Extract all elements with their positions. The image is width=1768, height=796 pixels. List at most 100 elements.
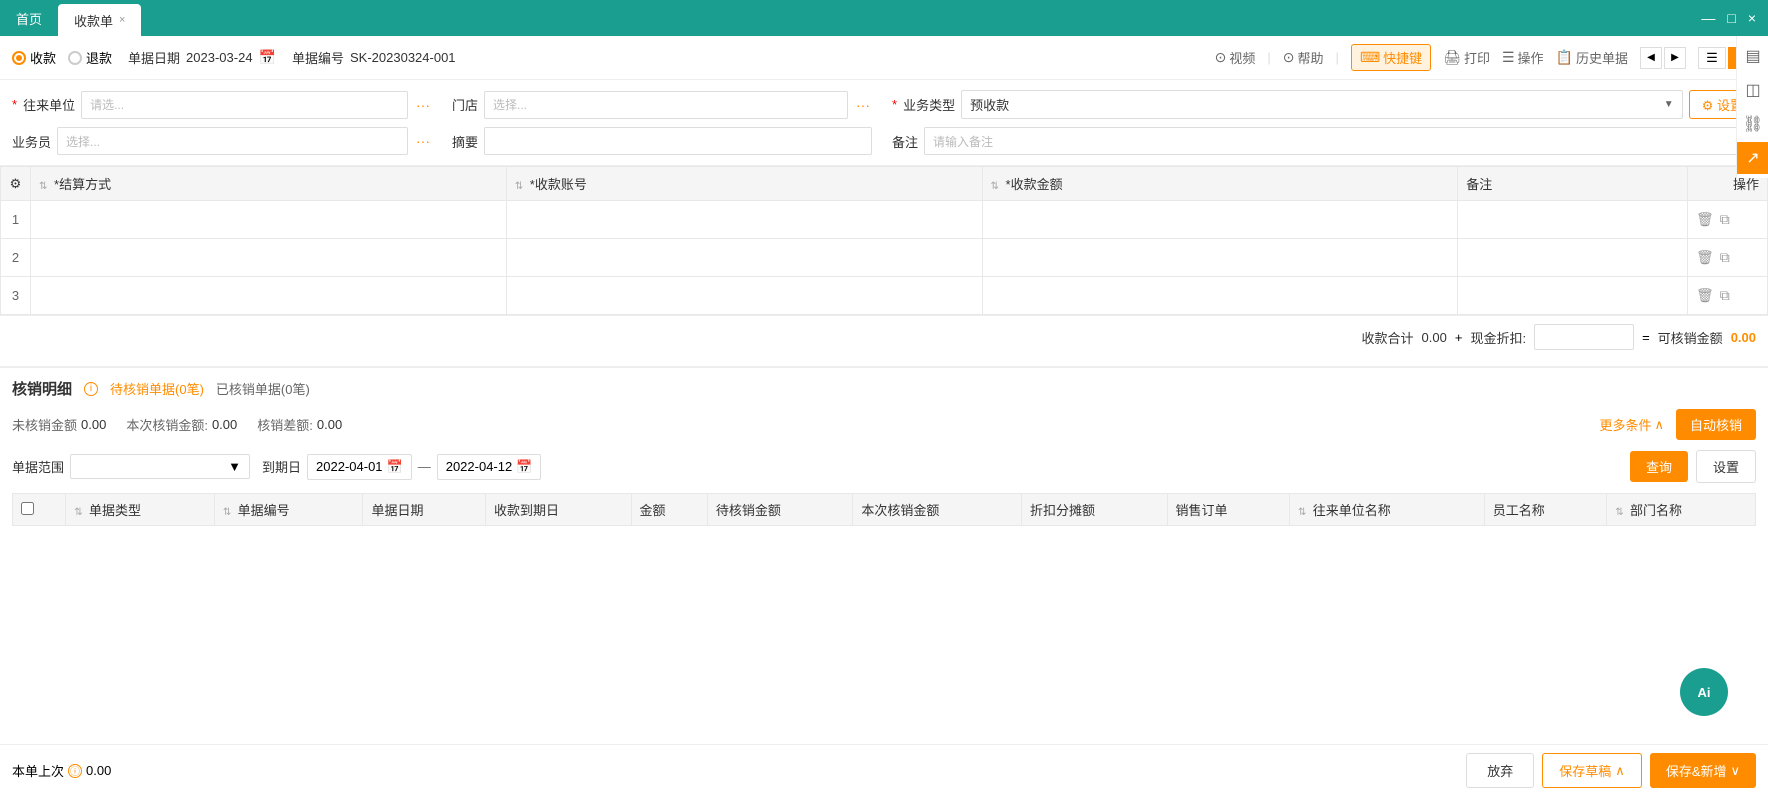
save-draft-label: 保存草稿: [1559, 761, 1611, 780]
bottom-table-wrapper: ⇅ 单据类型 ⇅ 单据编号 单据日期 收款到期日: [12, 493, 1756, 526]
video-action[interactable]: ⊙ 视频: [1215, 48, 1256, 67]
row-3-account[interactable]: [506, 277, 982, 315]
counterpart-input[interactable]: 请选...: [81, 91, 408, 119]
row-3-amount[interactable]: [982, 277, 1458, 315]
col-account-header: ⇅ *收款账号: [506, 167, 982, 201]
select-all-checkbox[interactable]: [21, 502, 34, 515]
row-1-settlement[interactable]: [31, 201, 507, 239]
date-field: 单据日期 2023-03-24 📅: [128, 48, 276, 67]
verify-pending-label: 待核销单据(0笔): [110, 379, 204, 398]
row-2-amount[interactable]: [982, 239, 1458, 277]
remark-field: 备注 请输入备注: [892, 127, 1756, 155]
tab-close-icon[interactable]: ×: [119, 14, 125, 26]
sidebar-expand-icon[interactable]: ↗: [1737, 142, 1768, 174]
table-gear-header[interactable]: ⚙: [1, 167, 31, 201]
history-action[interactable]: 📋 历史单据: [1556, 48, 1628, 67]
sidebar-table-icon[interactable]: ▤: [1737, 40, 1768, 72]
bottom-bar: 本单上次 ⓘ 0.00 放弃 保存草稿 ∧ 保存&新增 ∨: [0, 744, 1768, 796]
verify-info-icon[interactable]: i: [84, 382, 98, 396]
auto-verify-button[interactable]: 自动核销: [1676, 409, 1756, 440]
verify-pending-tab[interactable]: 待核销单据(0笔): [110, 379, 204, 398]
row-2-copy-icon[interactable]: ⧉: [1720, 249, 1730, 266]
discount-input[interactable]: [1534, 324, 1634, 350]
nav-prev[interactable]: ◀: [1640, 47, 1662, 69]
verify-done-tab[interactable]: 已核销单据(0笔): [216, 379, 310, 398]
sort-icon: ⇅: [39, 181, 47, 192]
minimize-button[interactable]: —: [1701, 10, 1715, 26]
help-action[interactable]: ⊙ 帮助: [1283, 48, 1324, 67]
maximize-button[interactable]: □: [1727, 10, 1735, 26]
row-3-delete-icon[interactable]: 🗑: [1696, 287, 1714, 304]
range-filter: 单据范围 ▼: [12, 454, 250, 479]
staff-placeholder: 选择...: [66, 133, 100, 150]
radio-receive-label: 收款: [30, 48, 56, 67]
date-value[interactable]: 2023-03-24: [186, 50, 253, 65]
date-from-input[interactable]: 2022-04-01 📅: [307, 454, 412, 480]
radio-receive[interactable]: 收款: [12, 48, 56, 67]
row-3-settlement[interactable]: [31, 277, 507, 315]
sort-icon2: ⇅: [515, 181, 523, 192]
number-value[interactable]: SK-20230324-001: [350, 50, 456, 65]
ai-assistant-button[interactable]: Ai: [1680, 668, 1728, 716]
tab-home[interactable]: 首页: [0, 0, 58, 36]
row-3-copy-icon[interactable]: ⧉: [1720, 287, 1730, 304]
filter-settings-button[interactable]: 设置: [1696, 450, 1756, 483]
print-action[interactable]: 🖨 打印: [1443, 48, 1490, 67]
summary-input[interactable]: [484, 127, 872, 155]
row-2-actions: 🗑 ⧉: [1688, 239, 1768, 277]
gear-icon: ⚙: [10, 176, 22, 191]
business-type-chevron: ▼: [1664, 99, 1674, 110]
query-button[interactable]: 查询: [1630, 451, 1688, 482]
shortcut-action[interactable]: ⌨ 快捷键: [1351, 44, 1431, 71]
close-button[interactable]: ×: [1748, 10, 1756, 26]
col-type: ⇅ 单据类型: [66, 494, 215, 526]
row-3-actions: 🗑 ⧉: [1688, 277, 1768, 315]
business-type-required: *: [892, 97, 897, 112]
calendar-icon[interactable]: 📅: [259, 49, 276, 66]
nav-next[interactable]: ▶: [1664, 47, 1686, 69]
row-2-remark[interactable]: [1458, 239, 1688, 277]
due-label: 到期日: [262, 457, 301, 476]
staff-input[interactable]: 选择...: [57, 127, 408, 155]
sidebar-layout-icon[interactable]: ◫: [1737, 74, 1768, 106]
row-2-delete-icon[interactable]: 🗑: [1696, 249, 1714, 266]
operation-action[interactable]: ☰ 操作: [1502, 48, 1544, 67]
sidebar-link-icon[interactable]: ⛓: [1737, 108, 1768, 140]
right-sidebar: ▤ ◫ ⛓ ↗: [1736, 36, 1768, 178]
row-1-copy-icon[interactable]: ⧉: [1720, 211, 1730, 228]
table-row: 1 🗑 ⧉: [1, 201, 1768, 239]
video-icon: ⊙: [1215, 49, 1227, 66]
counterpart-more-btn[interactable]: ···: [414, 97, 432, 113]
row-1-account[interactable]: [506, 201, 982, 239]
save-new-chevron: ∨: [1730, 763, 1740, 779]
remark-input[interactable]: 请输入备注: [924, 127, 1756, 155]
row-2-settlement[interactable]: [31, 239, 507, 277]
store-input[interactable]: 选择...: [484, 91, 848, 119]
save-new-button[interactable]: 保存&新增 ∨: [1650, 753, 1756, 788]
number-label: 单据编号: [292, 48, 344, 67]
radio-return[interactable]: 退款: [68, 48, 112, 67]
row-1-remark[interactable]: [1458, 201, 1688, 239]
row-3-remark[interactable]: [1458, 277, 1688, 315]
remark-label: 备注: [892, 132, 918, 151]
col-number: ⇅ 单据编号: [214, 494, 363, 526]
row-num-3: 3: [1, 277, 31, 315]
verify-done-label: 已核销单据(0笔): [216, 379, 310, 398]
row-1-delete-icon[interactable]: 🗑: [1696, 211, 1714, 228]
home-tab-label: 首页: [16, 9, 42, 28]
range-select[interactable]: ▼: [70, 454, 250, 479]
toolbar: 收款 退款 单据日期 2023-03-24 📅 单据编号 SK-20230324…: [0, 36, 1768, 80]
store-more-btn[interactable]: ···: [854, 97, 872, 113]
list-view-btn[interactable]: ☰: [1698, 47, 1726, 69]
business-type-select[interactable]: 预收款 ▼: [961, 90, 1683, 119]
save-draft-button[interactable]: 保存草稿 ∧: [1542, 753, 1642, 788]
more-conditions-btn[interactable]: 更多条件 ∧: [1599, 415, 1664, 434]
row-2-account[interactable]: [506, 239, 982, 277]
order-info-icon[interactable]: ⓘ: [68, 764, 82, 778]
tab-receipts[interactable]: 收款单 ×: [58, 4, 141, 36]
date-to-input[interactable]: 2022-04-12 📅: [437, 454, 542, 480]
staff-more-btn[interactable]: ···: [414, 133, 432, 149]
discard-button[interactable]: 放弃: [1466, 753, 1534, 788]
number-field: 单据编号 SK-20230324-001: [292, 48, 456, 67]
row-1-amount[interactable]: [982, 201, 1458, 239]
